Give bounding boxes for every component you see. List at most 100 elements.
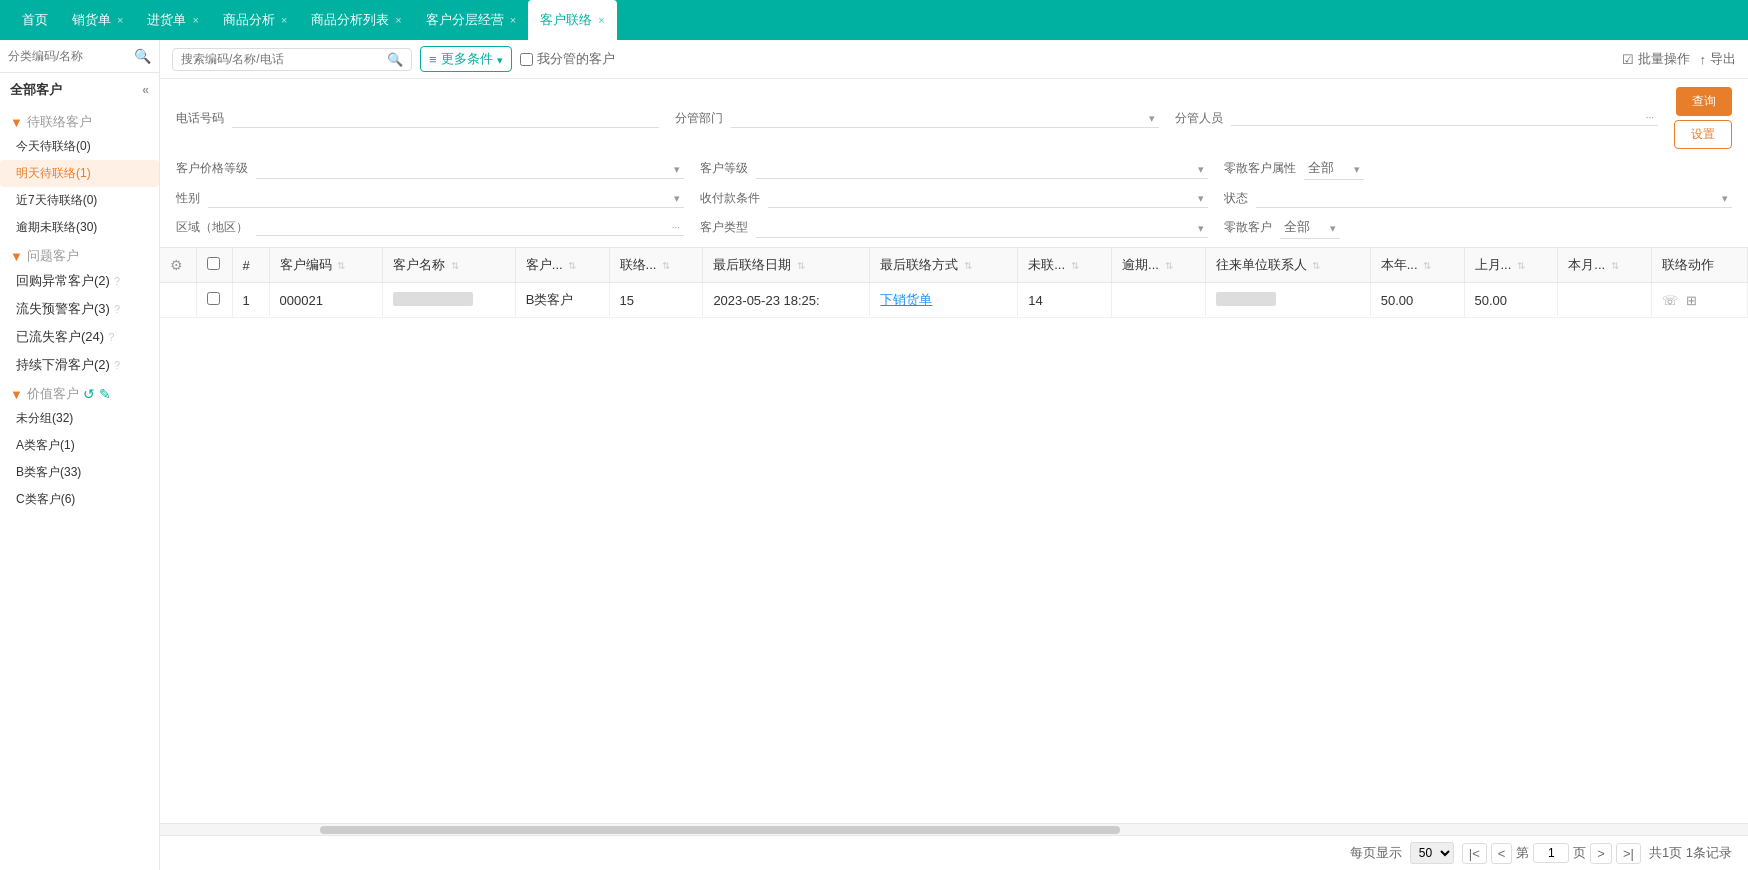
th-overdue[interactable]: 逾期... ⇅ [1112, 248, 1206, 283]
nav-product-list[interactable]: 商品分析列表 × [299, 0, 413, 40]
page-number-input[interactable] [1533, 843, 1569, 863]
th-last-contact-date[interactable]: 最后联络日期 ⇅ [703, 248, 870, 283]
sidebar-item-churn-warning[interactable]: 流失预警客户(3) ? [0, 295, 159, 323]
nav-customer-contact[interactable]: 客户联络 × [528, 0, 616, 40]
th-no: # [232, 248, 269, 283]
sidebar-item-ungrouped[interactable]: 未分组(32) [0, 405, 159, 432]
sort-last-month-icon: ⇅ [1517, 260, 1525, 271]
my-customers-checkbox[interactable] [520, 53, 533, 66]
sidebar-item-today[interactable]: 今天待联络(0) [0, 133, 159, 160]
filter-payment-select[interactable] [768, 188, 1208, 208]
filter-customer-type: 客户类型 [700, 218, 1208, 238]
sidebar-item-class-a[interactable]: A类客户(1) [0, 432, 159, 459]
filter-retail-customer-select[interactable]: 全部 [1280, 216, 1340, 239]
td-last-contact-method[interactable]: 下销货单 [870, 283, 1018, 318]
nav-product-analysis-close[interactable]: × [281, 14, 287, 26]
filter-row-1: 电话号码 分管部门 分管人员 ··· 查询 设置 [176, 87, 1732, 149]
sidebar-item-repurchase[interactable]: 回购异常客户(2) ? [0, 267, 159, 295]
th-prev-contact[interactable]: 往来单位联系人 ⇅ [1205, 248, 1370, 283]
customer-table: ⚙ # 客户编码 ⇅ 客户名称 ⇅ [160, 248, 1748, 318]
value-group-refresh[interactable]: ↺ [83, 386, 95, 402]
filter-grade-select[interactable] [256, 159, 684, 179]
filter-person-select[interactable]: ··· [1231, 110, 1658, 126]
my-customers-checkbox-label[interactable]: 我分管的客户 [520, 50, 615, 68]
toolbar-search-container: 🔍 [172, 48, 412, 71]
nav-product-analysis[interactable]: 商品分析 × [211, 0, 299, 40]
sidebar-search-icon[interactable]: 🔍 [134, 48, 151, 64]
th-this-year[interactable]: 本年... ⇅ [1370, 248, 1464, 283]
select-all-checkbox[interactable] [207, 257, 220, 270]
td-overdue [1112, 283, 1206, 318]
th-contacts[interactable]: 联络... ⇅ [609, 248, 703, 283]
td-settings [160, 283, 196, 318]
value-group-edit[interactable]: ✎ [99, 386, 111, 402]
filter-status-select[interactable] [1256, 188, 1732, 208]
td-last-contact-date: 2023-05-23 18:25: [703, 283, 870, 318]
table-settings-icon[interactable]: ⚙ [170, 257, 183, 273]
sort-this-month-icon: ⇅ [1611, 260, 1619, 271]
toolbar-search-input[interactable] [181, 52, 387, 66]
sidebar-search-input[interactable] [8, 49, 134, 63]
next-page-btn[interactable]: > [1590, 843, 1612, 864]
filter-type-select[interactable] [756, 218, 1208, 238]
sort-type-icon: ⇅ [568, 260, 576, 271]
action-grid-icon[interactable]: ⊞ [1686, 293, 1697, 308]
more-filter-btn[interactable]: ≡ 更多条件 [420, 46, 512, 72]
sidebar-item-class-b[interactable]: B类客户(33) [0, 459, 159, 486]
filter-retail-customer: 零散客户 全部 [1224, 216, 1732, 239]
sidebar-collapse-icon[interactable]: « [142, 83, 149, 97]
sidebar-item-tomorrow[interactable]: 明天待联络(1) [0, 160, 159, 187]
export-btn[interactable]: ↑ 导出 [1700, 50, 1737, 68]
sort-prev-icon: ⇅ [1312, 260, 1320, 271]
action-phone-icon[interactable]: ☏ [1662, 293, 1678, 308]
first-page-btn[interactable]: |< [1462, 843, 1487, 864]
nav-purchase-close[interactable]: × [192, 14, 198, 26]
filter-dept: 分管部门 [675, 108, 1158, 128]
filter-dept-select[interactable] [731, 108, 1158, 128]
th-last-month[interactable]: 上月... ⇅ [1464, 248, 1558, 283]
th-code[interactable]: 客户编码 ⇅ [269, 248, 383, 283]
toolbar-search-icon[interactable]: 🔍 [387, 52, 403, 67]
td-uncontacted: 14 [1018, 283, 1112, 318]
th-uncontacted[interactable]: 未联... ⇅ [1018, 248, 1112, 283]
nav-product-list-close[interactable]: × [395, 14, 401, 26]
filter-region-select[interactable]: ··· [256, 220, 684, 236]
filter-actions: 查询 设置 [1674, 87, 1732, 149]
nav-sales-close[interactable]: × [117, 14, 123, 26]
reset-btn[interactable]: 设置 [1674, 120, 1732, 149]
th-settings[interactable]: ⚙ [160, 248, 196, 283]
th-name[interactable]: 客户名称 ⇅ [383, 248, 516, 283]
sidebar-item-7days[interactable]: 近7天待联络(0) [0, 187, 159, 214]
prev-page-btn[interactable]: < [1491, 843, 1513, 864]
filter-gender-select[interactable] [208, 188, 684, 208]
sidebar-item-overdue[interactable]: 逾期未联络(30) [0, 214, 159, 241]
batch-op-btn[interactable]: ☑ 批量操作 [1622, 50, 1690, 68]
last-contact-link[interactable]: 下销货单 [880, 292, 932, 307]
person-dots-icon[interactable]: ··· [1646, 112, 1654, 123]
nav-home[interactable]: 首页 [10, 0, 60, 40]
th-type[interactable]: 客户... ⇅ [515, 248, 609, 283]
nav-sales[interactable]: 销货单 × [60, 0, 135, 40]
query-btn[interactable]: 查询 [1676, 87, 1732, 116]
nav-customer-contact-close[interactable]: × [598, 14, 604, 26]
nav-customer-segment-close[interactable]: × [510, 14, 516, 26]
sidebar-all-customers[interactable]: 全部客户 « [0, 73, 159, 107]
nav-purchase[interactable]: 进货单 × [135, 0, 210, 40]
per-page-select[interactable]: 50 [1410, 842, 1454, 864]
td-actions: ☏ ⊞ [1652, 283, 1748, 318]
status-chevron-icon [1722, 190, 1728, 205]
region-dots-icon[interactable]: ··· [672, 222, 680, 233]
filter-level-select[interactable] [756, 159, 1208, 179]
sidebar-item-churned[interactable]: 已流失客户(24) ? [0, 323, 159, 351]
scrollbar-thumb[interactable] [320, 826, 1120, 834]
last-page-btn[interactable]: >| [1616, 843, 1641, 864]
horizontal-scrollbar[interactable] [160, 823, 1748, 835]
sidebar-item-declining[interactable]: 持续下滑客户(2) ? [0, 351, 159, 379]
row-checkbox[interactable] [207, 292, 220, 305]
nav-customer-segment[interactable]: 客户分层经营 × [414, 0, 528, 40]
filter-retail-attr-select[interactable]: 全部 [1304, 157, 1364, 180]
filter-phone-input[interactable] [232, 109, 659, 128]
th-this-month[interactable]: 本月... ⇅ [1558, 248, 1652, 283]
th-last-contact-method[interactable]: 最后联络方式 ⇅ [870, 248, 1018, 283]
sidebar-item-class-c[interactable]: C类客户(6) [0, 486, 159, 513]
